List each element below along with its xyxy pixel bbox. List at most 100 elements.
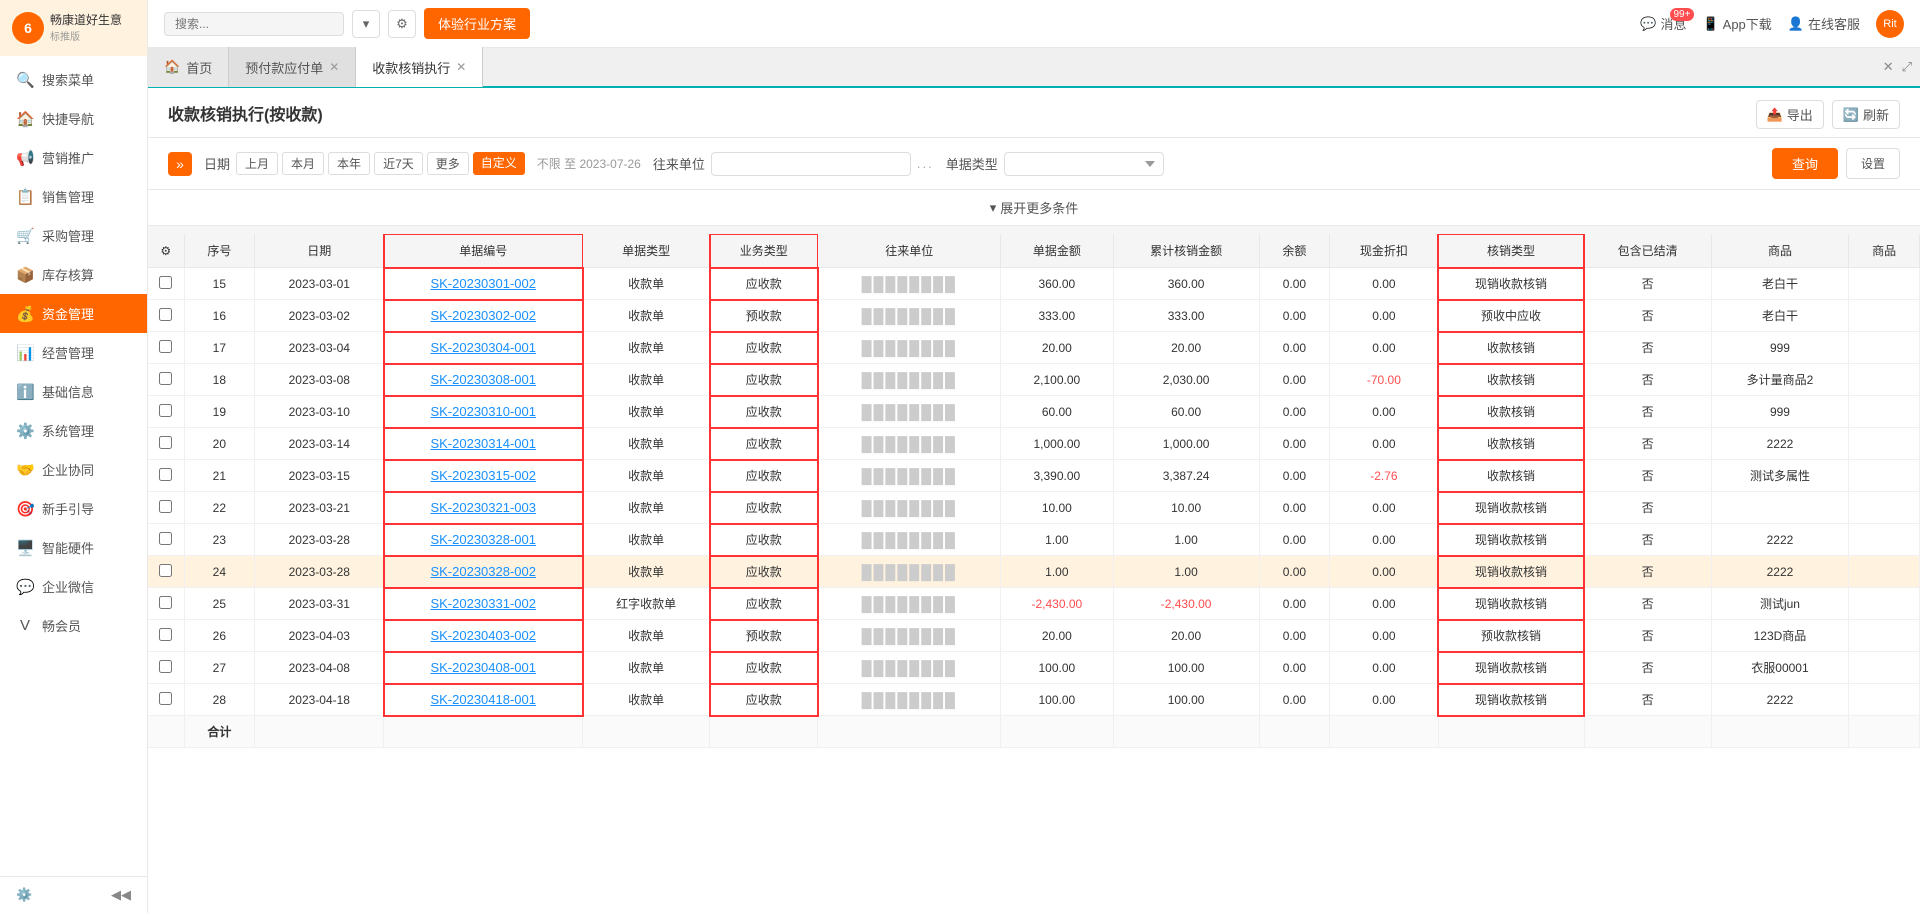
tab-close-icon[interactable]: ✕	[1883, 59, 1894, 75]
settings-filter-btn[interactable]: 设置	[1846, 148, 1900, 179]
sidebar-item-purchase[interactable]: 🛒 采购管理	[0, 216, 147, 255]
td-bill-no-link[interactable]: SK-20230408-001	[430, 660, 536, 675]
td-bill-no-link[interactable]: SK-20230304-001	[430, 340, 536, 355]
tab-close-collection[interactable]: ✕	[456, 60, 466, 74]
td-bill-no[interactable]: SK-20230302-002	[384, 300, 583, 332]
td-bill-no[interactable]: SK-20230408-001	[384, 652, 583, 684]
sidebar-item-quicknav[interactable]: 🏠 快捷导航	[0, 99, 147, 138]
sidebar-item-marketing[interactable]: 📢 营销推广	[0, 138, 147, 177]
date-btn-this-month[interactable]: 本月	[282, 152, 324, 175]
refresh-btn[interactable]: 🔄 刷新	[1832, 100, 1900, 129]
td-bill-no-link[interactable]: SK-20230310-001	[430, 404, 536, 419]
td-bill-no-link[interactable]: SK-20230302-002	[430, 308, 536, 323]
tab-close-prepay[interactable]: ✕	[329, 60, 339, 74]
table-row[interactable]: 152023-03-01SK-20230301-002收款单应收款███████…	[148, 268, 1920, 300]
sidebar-item-operation[interactable]: 📊 经营管理	[0, 333, 147, 372]
expand-more-btn[interactable]: ▾ 展开更多条件	[978, 194, 1091, 221]
hardware-icon: 🖥️	[16, 539, 34, 557]
user-avatar[interactable]: Rit	[1876, 10, 1904, 38]
td-discount: 0.00	[1330, 620, 1438, 652]
sidebar-item-member[interactable]: V 畅会员	[0, 606, 147, 645]
table-row[interactable]: 212023-03-15SK-20230315-002收款单应收款███████…	[148, 460, 1920, 492]
td-bill-no-link[interactable]: SK-20230331-002	[430, 596, 536, 611]
table-row[interactable]: 252023-03-31SK-20230331-002红字收款单应收款█████…	[148, 588, 1920, 620]
messages-btn[interactable]: 💬 消息 99+	[1640, 14, 1686, 33]
table-row[interactable]: 222023-03-21SK-20230321-003收款单应收款███████…	[148, 492, 1920, 524]
app-download-btn[interactable]: 📱 App下载	[1702, 14, 1771, 33]
td-bill-no[interactable]: SK-20230418-001	[384, 684, 583, 716]
th-settings[interactable]: ⚙	[148, 234, 184, 268]
td-bill-no-link[interactable]: SK-20230314-001	[430, 436, 536, 451]
query-btn[interactable]: 查询	[1772, 148, 1838, 179]
td-bill-no-link[interactable]: SK-20230301-002	[430, 276, 536, 291]
td-bill-no[interactable]: SK-20230310-001	[384, 396, 583, 428]
table-row[interactable]: 232023-03-28SK-20230328-001收款单应收款███████…	[148, 524, 1920, 556]
table-row[interactable]: 282023-04-18SK-20230418-001收款单应收款███████…	[148, 684, 1920, 716]
partner-input[interactable]	[711, 152, 911, 176]
td-bill-no[interactable]: SK-20230331-002	[384, 588, 583, 620]
td-bill-no-link[interactable]: SK-20230403-002	[430, 628, 536, 643]
date-btn-this-year[interactable]: 本年	[328, 152, 370, 175]
td-discount: 0.00	[1330, 428, 1438, 460]
date-btn-7days[interactable]: 近7天	[374, 152, 423, 175]
sidebar-item-wechat[interactable]: 💬 企业微信	[0, 567, 147, 606]
td-bill-no[interactable]: SK-20230308-001	[384, 364, 583, 396]
table-row[interactable]: 192023-03-10SK-20230310-001收款单应收款███████…	[148, 396, 1920, 428]
td-bill-no[interactable]: SK-20230314-001	[384, 428, 583, 460]
td-biz-type: 应收款	[710, 652, 818, 684]
td-goods: 测试jun	[1711, 588, 1849, 620]
td-bill-no[interactable]: SK-20230304-001	[384, 332, 583, 364]
sidebar-item-guide[interactable]: 🎯 新手引导	[0, 489, 147, 528]
tab-collection[interactable]: 收款核销执行 ✕	[356, 47, 483, 87]
sidebar-item-hardware[interactable]: 🖥️ 智能硬件	[0, 528, 147, 567]
table-row[interactable]: 272023-04-08SK-20230408-001收款单应收款███████…	[148, 652, 1920, 684]
sidebar-item-basic[interactable]: ℹ️ 基础信息	[0, 372, 147, 411]
billtype-select[interactable]	[1004, 152, 1164, 176]
date-btn-more[interactable]: 更多	[427, 152, 469, 175]
settings-bottom-icon[interactable]: ⚙️	[16, 887, 32, 903]
td-bill-no[interactable]: SK-20230403-002	[384, 620, 583, 652]
tab-expand-icon[interactable]: ⤢	[1902, 59, 1912, 75]
table-row[interactable]: 262023-04-03SK-20230403-002收款单预收款███████…	[148, 620, 1920, 652]
sidebar-item-sales[interactable]: 📋 销售管理	[0, 177, 147, 216]
sidebar-item-search[interactable]: 🔍 搜索菜单	[0, 60, 147, 99]
td-partner: ████████	[818, 556, 1001, 588]
date-btn-last-month[interactable]: 上月	[236, 152, 278, 175]
td-bill-no-link[interactable]: SK-20230321-003	[430, 500, 536, 515]
table-row[interactable]: 202023-03-14SK-20230314-001收款单应收款███████…	[148, 428, 1920, 460]
td-bill-no[interactable]: SK-20230321-003	[384, 492, 583, 524]
td-goods2	[1849, 684, 1920, 716]
td-goods: 2222	[1711, 524, 1849, 556]
td-bill-no-link[interactable]: SK-20230328-001	[430, 532, 536, 547]
gear-btn[interactable]: ⚙	[388, 10, 416, 38]
sidebar-item-corp[interactable]: 🤝 企业协同	[0, 450, 147, 489]
filter-expand-btn[interactable]: »	[168, 152, 192, 176]
date-custom-btn[interactable]: 自定义	[473, 152, 525, 175]
table-row[interactable]: 242023-03-28SK-20230328-002收款单应收款███████…	[148, 556, 1920, 588]
sidebar-item-finance[interactable]: 💰 资金管理	[0, 294, 147, 333]
tab-home[interactable]: 🏠 首页	[148, 47, 229, 87]
td-discount: 0.00	[1330, 300, 1438, 332]
td-bill-no-link[interactable]: SK-20230418-001	[430, 692, 536, 707]
td-bill-no[interactable]: SK-20230328-001	[384, 524, 583, 556]
solution-btn[interactable]: 体验行业方案	[424, 8, 530, 39]
sidebar-item-inventory[interactable]: 📦 库存核算	[0, 255, 147, 294]
online-service-btn[interactable]: 👤 在线客服	[1788, 14, 1860, 33]
table-row[interactable]: 172023-03-04SK-20230304-001收款单应收款███████…	[148, 332, 1920, 364]
td-bill-no-link[interactable]: SK-20230308-001	[430, 372, 536, 387]
table-row[interactable]: 162023-03-02SK-20230302-002收款单预收款███████…	[148, 300, 1920, 332]
table-row[interactable]: 182023-03-08SK-20230308-001收款单应收款███████…	[148, 364, 1920, 396]
tab-prepay[interactable]: 预付款应付单 ✕	[229, 47, 356, 87]
export-btn[interactable]: 📤 导出	[1756, 100, 1824, 129]
td-bill-no[interactable]: SK-20230315-002	[384, 460, 583, 492]
sidebar-item-system[interactable]: ⚙️ 系统管理	[0, 411, 147, 450]
dropdown-btn[interactable]: ▾	[352, 10, 380, 38]
td-bill-no[interactable]: SK-20230301-002	[384, 268, 583, 300]
td-bill-no-link[interactable]: SK-20230315-002	[430, 468, 536, 483]
td-bill-no-link[interactable]: SK-20230328-002	[430, 564, 536, 579]
td-bill-no[interactable]: SK-20230328-002	[384, 556, 583, 588]
th-bill-type: 单据类型	[583, 234, 710, 268]
collapse-icon[interactable]: ◀◀	[111, 887, 131, 903]
search-nav-input[interactable]	[164, 12, 344, 36]
td-no: 23	[184, 524, 255, 556]
